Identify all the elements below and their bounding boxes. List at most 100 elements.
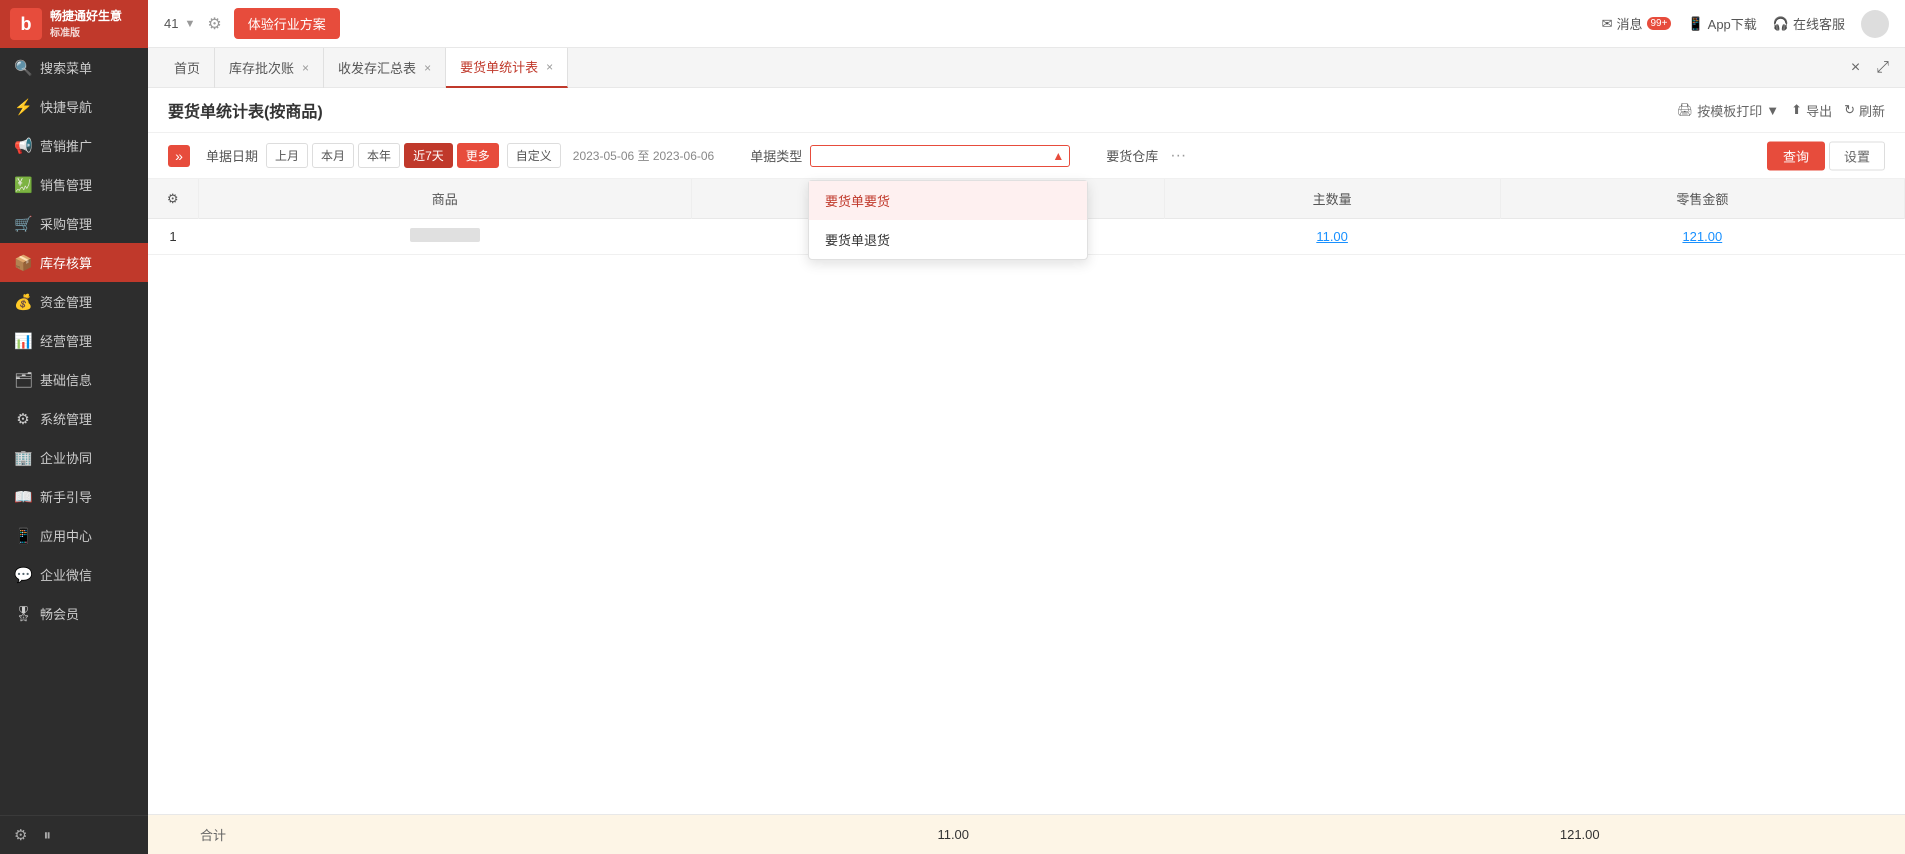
headset-icon: 🎧 xyxy=(1773,16,1789,32)
sidebar-icon-search: 🔍 xyxy=(14,59,32,77)
notification-badge: 99+ xyxy=(1647,17,1672,30)
warehouse-more-options-icon[interactable]: ··· xyxy=(1166,147,1190,165)
app-logo: b xyxy=(10,8,42,40)
doc-type-input[interactable] xyxy=(810,145,1070,167)
title-actions: 🖨 按模板打印 ▼ ⬆ 导出 ↻ 刷新 xyxy=(1677,101,1885,120)
date-range-text: 2023-05-06 至 2023-06-06 xyxy=(573,147,714,164)
sidebar: b 畅捷通好生意 标准版 🔍 搜索菜单 ⚡ 快捷导航 📢 营销推广 💹 销售管理… xyxy=(0,0,148,854)
tab-order-stats-close-icon[interactable]: × xyxy=(546,60,553,74)
sidebar-item-enterprise[interactable]: 🏢 企业协同 xyxy=(0,438,148,477)
sidebar-item-marketing[interactable]: 📢 营销推广 xyxy=(0,126,148,165)
this-year-btn[interactable]: 本年 xyxy=(358,143,400,168)
sidebar-icon-marketing: 📢 xyxy=(14,137,32,155)
notification-area[interactable]: ✉ 消息 99+ xyxy=(1602,14,1672,33)
filter-settings-button[interactable]: 设置 xyxy=(1829,141,1885,170)
doc-type-input-wrapper: ▲ xyxy=(810,145,1070,167)
this-month-btn[interactable]: 本月 xyxy=(312,143,354,168)
print-icon: 🖨 xyxy=(1677,102,1694,118)
custom-date-btn[interactable]: 自定义 xyxy=(507,143,561,168)
warehouse-section: 要货仓库 ··· xyxy=(1106,146,1190,165)
page-body: 要货单统计表(按商品) 🖨 按模板打印 ▼ ⬆ 导出 ↻ 刷新 » xyxy=(148,88,1905,854)
sidebar-icon-sales: 💹 xyxy=(14,176,32,194)
print-action[interactable]: 🖨 按模板打印 ▼ xyxy=(1677,101,1779,120)
prev-month-btn[interactable]: 上月 xyxy=(266,143,308,168)
sidebar-item-purchase[interactable]: 🛒 采购管理 xyxy=(0,204,148,243)
row-retail-amount: 121.00 xyxy=(1500,219,1904,255)
more-dates-btn[interactable]: 更多 xyxy=(457,143,499,168)
tab-expand-area: × ⤢ xyxy=(1847,55,1893,81)
tab-home[interactable]: 首页 xyxy=(160,48,215,88)
sidebar-nav: 🔍 搜索菜单 ⚡ 快捷导航 📢 营销推广 💹 销售管理 🛒 采购管理 📦 库存核… xyxy=(0,48,148,815)
dropdown-item-order-return[interactable]: 要货单退货 xyxy=(809,220,1087,259)
page-title-bar: 要货单统计表(按商品) 🖨 按模板打印 ▼ ⬆ 导出 ↻ 刷新 xyxy=(148,88,1905,133)
tab-order-stats[interactable]: 要货单统计表 × xyxy=(446,48,568,88)
tab-close-all-icon[interactable]: × xyxy=(1847,55,1864,81)
last-7-days-btn[interactable]: 近7天 xyxy=(404,143,453,168)
sidebar-item-finance[interactable]: 💰 资金管理 xyxy=(0,282,148,321)
store-name: 41 xyxy=(164,16,178,31)
sidebar-item-quick_nav[interactable]: ⚡ 快捷导航 xyxy=(0,87,148,126)
sidebar-item-basic_info[interactable]: 🗂 基础信息 xyxy=(0,360,148,399)
col-settings[interactable]: ⚙ xyxy=(148,179,198,219)
app-subtitle: 标准版 xyxy=(50,24,122,39)
sidebar-label-marketing: 营销推广 xyxy=(40,136,92,155)
refresh-label: 刷新 xyxy=(1859,101,1885,120)
date-buttons: 上月 本月 本年 近7天 更多 xyxy=(266,143,499,168)
sidebar-icon-guide: 📖 xyxy=(14,488,32,506)
sidebar-item-app_center[interactable]: 📱 应用中心 xyxy=(0,516,148,555)
sidebar-item-search[interactable]: 🔍 搜索菜单 xyxy=(0,48,148,87)
trial-button[interactable]: 体验行业方案 xyxy=(234,8,340,39)
app-download[interactable]: 📱 App下载 xyxy=(1687,14,1756,33)
tab-receive-summary[interactable]: 收发存汇总表 × xyxy=(324,48,446,88)
store-selector[interactable]: 41 ▼ xyxy=(164,16,195,31)
date-filter-label: 单据日期 xyxy=(206,146,258,165)
export-icon: ⬆ xyxy=(1791,102,1802,118)
sidebar-item-operations[interactable]: 📊 经营管理 xyxy=(0,321,148,360)
footer-total-label: 合计 xyxy=(160,825,360,844)
tab-bar: 首页 库存批次账 × 收发存汇总表 × 要货单统计表 × × ⤢ xyxy=(148,48,1905,88)
filter-expand-button[interactable]: » xyxy=(168,145,190,167)
query-button[interactable]: 查询 xyxy=(1767,141,1825,170)
sidebar-item-inventory[interactable]: 📦 库存核算 xyxy=(0,243,148,282)
refresh-icon: ↻ xyxy=(1844,102,1855,118)
sidebar-icon-membership: 🎖 xyxy=(14,605,32,623)
sidebar-label-app_center: 应用中心 xyxy=(40,526,92,545)
settings-icon[interactable]: ⚙ xyxy=(14,826,27,844)
sidebar-icon-app_center: 📱 xyxy=(14,527,32,545)
sidebar-item-membership[interactable]: 🎖 畅会员 xyxy=(0,594,148,633)
doc-type-section: 单据类型 ▲ xyxy=(750,145,1070,167)
sidebar-label-system: 系统管理 xyxy=(40,409,92,428)
online-service[interactable]: 🎧 在线客服 xyxy=(1773,14,1845,33)
top-header: 41 ▼ ⚙ 体验行业方案 ✉ 消息 99+ 📱 App下载 🎧 在线客服 xyxy=(148,0,1905,48)
export-action[interactable]: ⬆ 导出 xyxy=(1791,101,1832,120)
doc-type-chevron-icon[interactable]: ▲ xyxy=(1052,149,1064,163)
dropdown-item-order-return-label: 要货单退货 xyxy=(825,233,890,248)
header-settings-icon[interactable]: ⚙ xyxy=(207,14,221,34)
sidebar-item-sales[interactable]: 💹 销售管理 xyxy=(0,165,148,204)
main-qty-link[interactable]: 11.00 xyxy=(1316,229,1348,244)
refresh-action[interactable]: ↻ 刷新 xyxy=(1844,101,1885,120)
collapse-icon[interactable]: ⏸ xyxy=(43,827,51,844)
sidebar-item-wechat[interactable]: 💬 企业微信 xyxy=(0,555,148,594)
tab-order-stats-label: 要货单统计表 xyxy=(460,57,538,76)
dropdown-item-order-purchase-label: 要货单要货 xyxy=(825,194,890,209)
tab-expand-icon[interactable]: ⤢ xyxy=(1872,55,1893,81)
online-service-label: 在线客服 xyxy=(1793,14,1845,33)
sidebar-icon-wechat: 💬 xyxy=(14,566,32,584)
warehouse-label: 要货仓库 xyxy=(1106,146,1158,165)
dropdown-item-order-purchase[interactable]: 要货单要货 xyxy=(809,181,1087,220)
filter-bar: » 单据日期 上月 本月 本年 近7天 更多 自定义 2023-05-06 至 … xyxy=(148,133,1905,179)
col-retail-amount: 零售金额 xyxy=(1500,179,1904,219)
sidebar-item-system[interactable]: ⚙ 系统管理 xyxy=(0,399,148,438)
table-container: ⚙ 商品 主计量单位 主数量 零售金额 1 块 xyxy=(148,179,1905,814)
tab-receive-summary-close-icon[interactable]: × xyxy=(424,61,431,75)
user-avatar[interactable] xyxy=(1861,10,1889,38)
col-product: 商品 xyxy=(198,179,692,219)
app-title: 畅捷通好生意 xyxy=(50,9,122,23)
tab-inventory-batch[interactable]: 库存批次账 × xyxy=(215,48,324,88)
sidebar-item-guide[interactable]: 📖 新手引导 xyxy=(0,477,148,516)
date-filter-section: 单据日期 上月 本月 本年 近7天 更多 自定义 2023-05-06 至 20… xyxy=(206,143,714,168)
tab-inventory-batch-close-icon[interactable]: × xyxy=(302,61,309,75)
retail-amount-link[interactable]: 121.00 xyxy=(1682,229,1722,244)
sidebar-icon-system: ⚙ xyxy=(14,410,32,428)
